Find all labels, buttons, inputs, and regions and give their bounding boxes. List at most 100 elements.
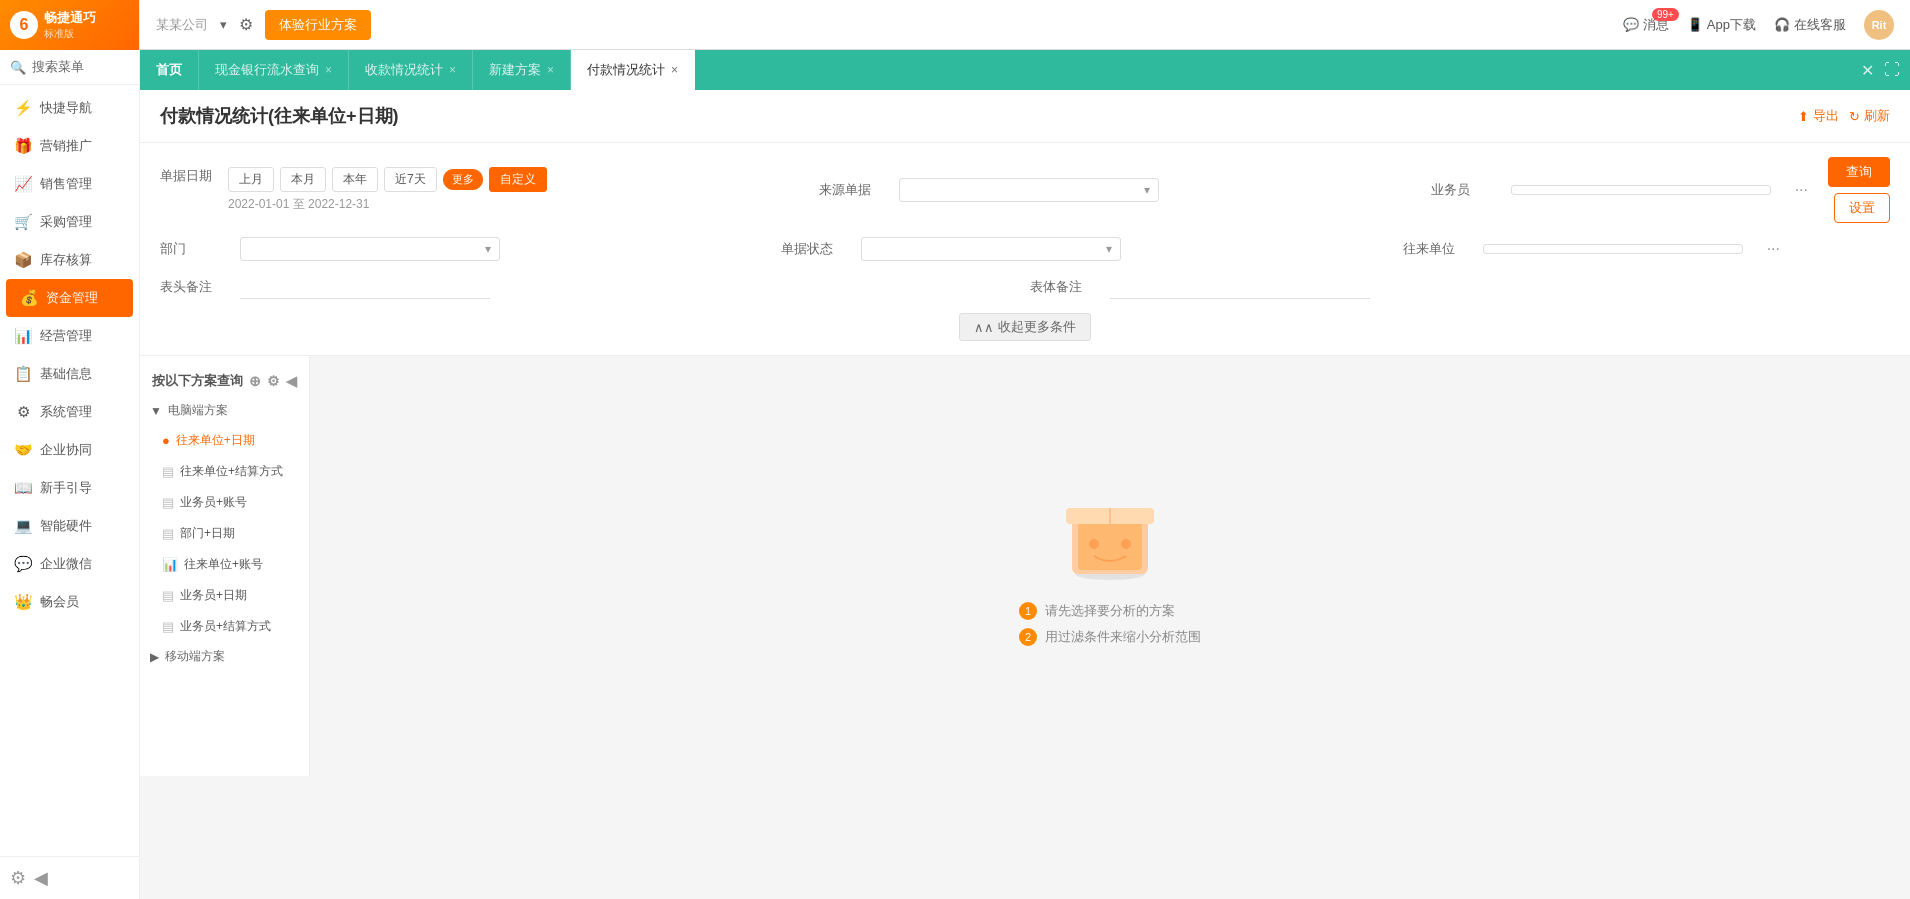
scheme-collapse-icon[interactable]: ◀	[286, 373, 297, 389]
table-header-note-input[interactable]	[240, 275, 490, 299]
tab-receipts-stat-label: 收款情况统计	[365, 61, 443, 79]
tab-bank-flow[interactable]: 现金银行流水查询 ×	[199, 50, 349, 90]
refresh-button[interactable]: ↻ 刷新	[1849, 107, 1890, 125]
topbar-settings-icon[interactable]: ⚙	[239, 15, 253, 34]
salesman-label: 业务员	[1431, 181, 1491, 199]
table-body-note-input[interactable]	[1110, 275, 1370, 299]
tab-payment-stat[interactable]: 付款情况统计 ×	[571, 50, 695, 90]
sidebar-collapse-icon[interactable]: ◀	[34, 867, 48, 889]
page-content: 付款情况统计(往来单位+日期) ⬆ 导出 ↻ 刷新 单据日期	[140, 90, 1910, 899]
hint-num-2: 2	[1019, 628, 1037, 646]
online-service-button[interactable]: 🎧 在线客服	[1774, 16, 1846, 34]
logo-text: 畅捷通巧 标准版	[44, 9, 96, 41]
sidebar-item-sales[interactable]: 📈 销售管理	[0, 165, 139, 203]
salesman-select[interactable]	[1511, 185, 1771, 195]
sidebar-item-member[interactable]: 👑 畅会员	[0, 583, 139, 621]
scheme-item-salesman-settlement-label: 业务员+结算方式	[180, 618, 271, 635]
nav-label-basicinfo: 基础信息	[40, 365, 92, 383]
tab-new-scheme-close[interactable]: ×	[547, 63, 554, 77]
tab-receipts-stat[interactable]: 收款情况统计 ×	[349, 50, 473, 90]
notifications-button[interactable]: 💬 消息 99+	[1623, 16, 1669, 34]
scheme-add-icon[interactable]: ⊕	[249, 373, 261, 389]
date-btn-last-7days[interactable]: 近7天	[384, 167, 437, 192]
query-button[interactable]: 查询	[1828, 157, 1890, 187]
salesman-more-dots[interactable]: ···	[1795, 181, 1808, 199]
partner-more-dots[interactable]: ···	[1767, 240, 1780, 258]
scheme-item-icon-5: ▤	[162, 588, 174, 603]
sidebar-item-inventory[interactable]: 📦 库存核算	[0, 241, 139, 279]
scheme-item-salesman-date[interactable]: ▤ 业务员+日期	[140, 580, 309, 611]
app-download-button[interactable]: 📱 App下载	[1687, 16, 1756, 34]
nav-label-inventory: 库存核算	[40, 251, 92, 269]
date-btn-this-month[interactable]: 本月	[280, 167, 326, 192]
table-body-note-label: 表体备注	[1030, 278, 1090, 296]
voucher-date-label: 单据日期	[160, 167, 220, 185]
sidebar-item-weixin[interactable]: 💬 企业微信	[0, 545, 139, 583]
tab-payment-stat-close[interactable]: ×	[671, 63, 678, 77]
filter-row-3: 表头备注 表体备注	[160, 275, 1890, 299]
source-voucher-select[interactable]: ▾	[899, 178, 1159, 202]
footer-settings-icon[interactable]: ⚙	[10, 867, 26, 889]
voucher-status-select[interactable]: ▾	[861, 237, 1121, 261]
collapse-icon: ∧∧	[974, 320, 994, 335]
topbar-company-dropdown[interactable]: ▾	[220, 17, 227, 32]
tab-expand-icon[interactable]: ⛶	[1884, 61, 1900, 79]
sidebar-search[interactable]: 🔍 搜索菜单	[0, 50, 139, 85]
scheme-desktop-group-title[interactable]: ▼ 电脑端方案	[140, 396, 309, 425]
scheme-item-dept-date[interactable]: ▤ 部门+日期	[140, 518, 309, 549]
tab-home[interactable]: 首页	[140, 50, 199, 90]
nav-label-weixin: 企业微信	[40, 555, 92, 573]
dept-select[interactable]: ▾	[240, 237, 500, 261]
tab-close-all-icon[interactable]: ✕	[1861, 61, 1874, 80]
sidebar-logo: 6 畅捷通巧 标准版	[0, 0, 139, 50]
date-btn-more[interactable]: 更多	[443, 169, 483, 190]
phone-icon: 📱	[1687, 17, 1703, 32]
nav-icon-cooperation: 🤝	[14, 441, 32, 459]
tab-new-scheme[interactable]: 新建方案 ×	[473, 50, 571, 90]
user-avatar[interactable]: Rit	[1864, 10, 1894, 40]
voucher-status-label: 单据状态	[781, 240, 841, 258]
logo-icon: 6	[10, 11, 38, 39]
nav-icon-weixin: 💬	[14, 555, 32, 573]
tab-bank-flow-close[interactable]: ×	[325, 63, 332, 77]
sidebar-item-guide[interactable]: 📖 新手引导	[0, 469, 139, 507]
headset-icon: 🎧	[1774, 17, 1790, 32]
scheme-settings-icon[interactable]: ⚙	[267, 373, 280, 389]
hint-row-1: 1 请先选择要分析的方案	[1019, 602, 1201, 620]
collapse-button[interactable]: ∧∧ 收起更多条件	[959, 313, 1091, 341]
sidebar-item-hardware[interactable]: 💻 智能硬件	[0, 507, 139, 545]
scheme-mobile-group-title[interactable]: ▶ 移动端方案	[140, 642, 309, 671]
partner-select[interactable]	[1483, 244, 1743, 254]
sidebar-item-capital[interactable]: 💰 资金管理	[6, 279, 133, 317]
sidebar-item-cooperation[interactable]: 🤝 企业协同	[0, 431, 139, 469]
sidebar-item-system[interactable]: ⚙ 系统管理	[0, 393, 139, 431]
date-btn-this-year[interactable]: 本年	[332, 167, 378, 192]
scheme-item-salesman-settlement[interactable]: ▤ 业务员+结算方式	[140, 611, 309, 642]
tab-receipts-stat-close[interactable]: ×	[449, 63, 456, 77]
export-button[interactable]: ⬆ 导出	[1798, 107, 1839, 125]
date-btn-custom[interactable]: 自定义	[489, 167, 547, 192]
sidebar-item-quick-nav[interactable]: ⚡ 快捷导航	[0, 89, 139, 127]
collapse-row: ∧∧ 收起更多条件	[160, 313, 1890, 341]
sidebar-item-basicinfo[interactable]: 📋 基础信息	[0, 355, 139, 393]
scheme-desktop-label: 电脑端方案	[168, 402, 228, 419]
nav-label-hardware: 智能硬件	[40, 517, 92, 535]
sidebar-item-operation[interactable]: 📊 经营管理	[0, 317, 139, 355]
filter-settings-button[interactable]: 设置	[1834, 193, 1890, 223]
dept-arrow: ▾	[485, 242, 491, 256]
tab-new-scheme-label: 新建方案	[489, 61, 541, 79]
scheme-item-partner-settlement[interactable]: ▤ 往来单位+结算方式	[140, 456, 309, 487]
sidebar-item-purchase[interactable]: 🛒 采购管理	[0, 203, 139, 241]
scheme-item-partner-account[interactable]: 📊 往来单位+账号	[140, 549, 309, 580]
scheme-item-icon-6: ▤	[162, 619, 174, 634]
topbar-company-name: 某某公司	[156, 16, 208, 34]
scheme-mobile-group: ▶ 移动端方案	[140, 642, 309, 671]
sidebar: 6 畅捷通巧 标准版 🔍 搜索菜单 ⚡ 快捷导航 🎁 营销推广 📈 销售管理 🛒…	[0, 0, 140, 899]
page-header: 付款情况统计(往来单位+日期) ⬆ 导出 ↻ 刷新	[140, 90, 1910, 143]
scheme-item-partner-date[interactable]: ● 往来单位+日期	[140, 425, 309, 456]
scheme-item-active-icon: ●	[162, 433, 170, 448]
date-btn-last-month[interactable]: 上月	[228, 167, 274, 192]
sidebar-item-marketing[interactable]: 🎁 营销推广	[0, 127, 139, 165]
trial-button[interactable]: 体验行业方案	[265, 10, 371, 40]
scheme-item-salesman-account[interactable]: ▤ 业务员+账号	[140, 487, 309, 518]
